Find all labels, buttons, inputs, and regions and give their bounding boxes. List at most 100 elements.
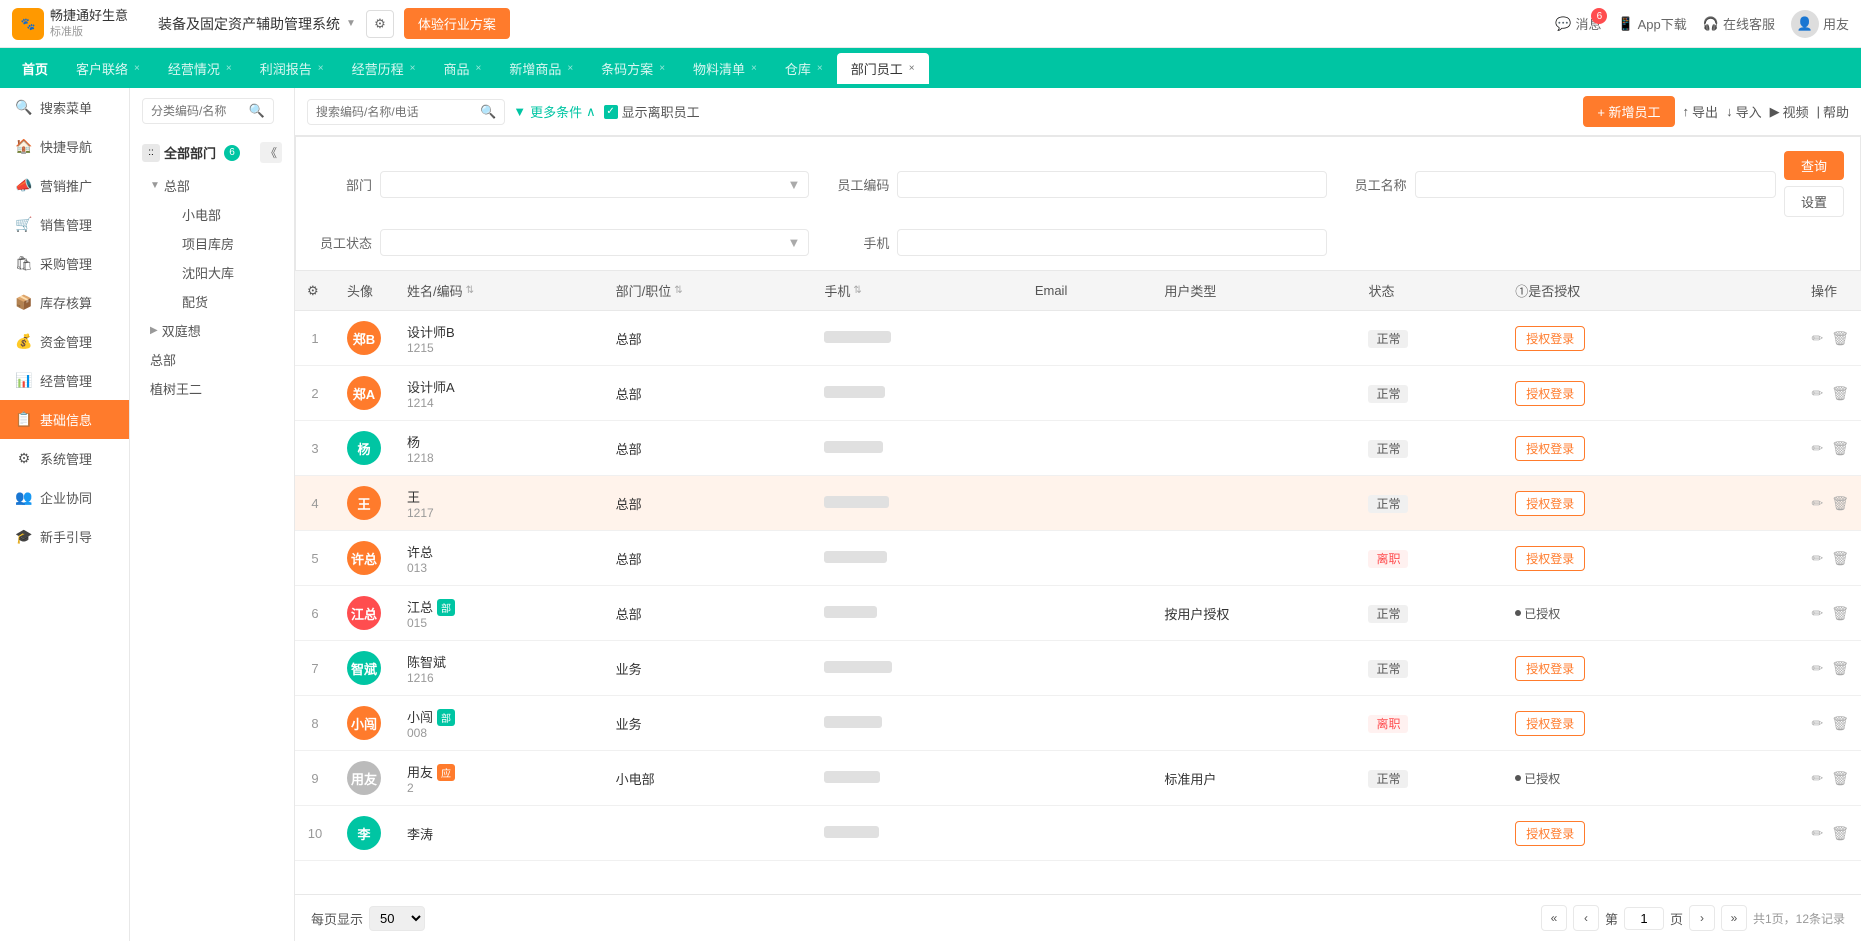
dept-search-box[interactable]: 🔍 — [142, 98, 274, 124]
sidebar-item-finance[interactable]: 💰 资金管理 — [0, 322, 129, 361]
dept-group-header-zs[interactable]: 植树王二 — [142, 374, 294, 403]
system-dropdown-icon[interactable]: ▼ — [346, 18, 356, 29]
tab-warehouse[interactable]: 仓库 × — [771, 53, 837, 84]
dept-leaf-xiaodian[interactable]: 小电部 — [158, 200, 294, 229]
next-page-button[interactable]: › — [1689, 905, 1715, 931]
message-button[interactable]: 💬 消息 6 — [1555, 14, 1601, 33]
close-icon[interactable]: × — [134, 63, 140, 74]
close-icon[interactable]: × — [909, 63, 915, 74]
sidebar-item-sales[interactable]: 🛒 销售管理 — [0, 205, 129, 244]
sidebar-item-basic[interactable]: 📋 基础信息 — [0, 400, 129, 439]
auth-login-button[interactable]: 授权登录 — [1515, 381, 1585, 406]
dept-collapse-button[interactable]: 《 — [260, 142, 282, 163]
close-icon[interactable]: × — [226, 63, 232, 74]
close-icon[interactable]: × — [567, 63, 573, 74]
sidebar-item-collab[interactable]: 👥 企业协同 — [0, 478, 129, 517]
dept-leaf-project[interactable]: 项目库房 — [158, 229, 294, 258]
edit-icon[interactable]: ✏ — [1811, 660, 1823, 677]
edit-icon[interactable]: ✏ — [1811, 605, 1823, 622]
edit-icon[interactable]: ✏ — [1811, 825, 1823, 842]
trial-button[interactable]: 体验行业方案 — [404, 8, 510, 39]
close-icon[interactable]: × — [475, 63, 481, 74]
sidebar-item-business[interactable]: 📊 经营管理 — [0, 361, 129, 400]
sidebar-item-guide[interactable]: 🎓 新手引导 — [0, 517, 129, 556]
first-page-button[interactable]: « — [1541, 905, 1567, 931]
online-service-button[interactable]: 🎧 在线客服 — [1703, 14, 1775, 33]
dept-leaf-peihe[interactable]: 配货 — [158, 287, 294, 316]
search-box[interactable]: 🔍 — [307, 99, 505, 125]
name-filter-input[interactable] — [1415, 171, 1776, 198]
view-button[interactable]: ▶ 视频 — [1770, 102, 1809, 121]
last-page-button[interactable]: » — [1721, 905, 1747, 931]
close-icon[interactable]: × — [659, 63, 665, 74]
th-dept[interactable]: 部门/职位 ⇅ — [604, 271, 813, 311]
delete-icon[interactable]: 🗑 — [1831, 825, 1849, 842]
auth-login-button[interactable]: 授权登录 — [1515, 546, 1585, 571]
auth-login-button[interactable]: 授权登录 — [1515, 711, 1585, 736]
delete-icon[interactable]: 🗑 — [1831, 495, 1849, 512]
sidebar-item-purchase[interactable]: 🛍 采购管理 — [0, 244, 129, 283]
sidebar-item-inventory[interactable]: 📦 库存核算 — [0, 283, 129, 322]
edit-icon[interactable]: ✏ — [1811, 495, 1823, 512]
th-settings[interactable]: ⚙ — [295, 271, 335, 311]
edit-icon[interactable]: ✏ — [1811, 385, 1823, 402]
tab-process[interactable]: 经营历程 × — [338, 53, 430, 84]
add-employee-button[interactable]: + 新增员工 — [1583, 96, 1674, 127]
tab-customer[interactable]: 客户联络 × — [62, 53, 154, 84]
more-conditions-button[interactable]: ▼ 更多条件 ∧ — [513, 102, 595, 121]
close-icon[interactable]: × — [318, 63, 324, 74]
delete-icon[interactable]: 🗑 — [1831, 440, 1849, 457]
tab-profit[interactable]: 利润报告 × — [246, 53, 338, 84]
edit-icon[interactable]: ✏ — [1811, 770, 1823, 787]
tab-barcode[interactable]: 条码方案 × — [587, 53, 679, 84]
page-input[interactable] — [1624, 907, 1664, 930]
import-button[interactable]: ↓ 导入 — [1726, 102, 1762, 121]
auth-login-button[interactable]: 授权登录 — [1515, 436, 1585, 461]
prev-page-button[interactable]: ‹ — [1573, 905, 1599, 931]
tab-goods[interactable]: 商品 × — [429, 53, 495, 84]
status-filter-select[interactable]: ▼ — [380, 229, 809, 256]
query-button[interactable]: 查询 — [1784, 151, 1844, 180]
edit-icon[interactable]: ✏ — [1811, 440, 1823, 457]
delete-icon[interactable]: 🗑 — [1831, 550, 1849, 567]
auth-login-button[interactable]: 授权登录 — [1515, 326, 1585, 351]
code-filter-input[interactable] — [897, 171, 1326, 198]
dept-all-button[interactable]: :: 全部部门 6 《 — [130, 134, 294, 171]
tab-bom[interactable]: 物料清单 × — [679, 53, 771, 84]
close-icon[interactable]: × — [410, 63, 416, 74]
th-name[interactable]: 姓名/编码 ⇅ — [395, 271, 604, 311]
dept-filter-select[interactable]: ▼ — [380, 171, 809, 198]
delete-icon[interactable]: 🗑 — [1831, 330, 1849, 347]
delete-icon[interactable]: 🗑 — [1831, 660, 1849, 677]
edit-icon[interactable]: ✏ — [1811, 715, 1823, 732]
show-resigned-checkbox[interactable]: ✓ 显示离职员工 — [604, 102, 700, 121]
delete-icon[interactable]: 🗑 — [1831, 770, 1849, 787]
edit-icon[interactable]: ✏ — [1811, 330, 1823, 347]
phone-filter-input[interactable] — [897, 229, 1326, 256]
tab-department[interactable]: 部门员工 × — [837, 53, 929, 84]
dept-group-header-hq[interactable]: ▼ 总部 — [142, 171, 294, 200]
tab-home[interactable]: 首页 — [8, 53, 62, 84]
edit-icon[interactable]: ✏ — [1811, 550, 1823, 567]
user-area[interactable]: 👤 用友 — [1791, 10, 1849, 38]
auth-login-button[interactable]: 授权登录 — [1515, 656, 1585, 681]
app-download-button[interactable]: 📱 App下载 — [1617, 14, 1686, 33]
close-icon[interactable]: × — [817, 63, 823, 74]
gear-button[interactable]: ⚙ — [366, 10, 394, 38]
auth-login-button[interactable]: 授权登录 — [1515, 491, 1585, 516]
tab-operation[interactable]: 经营情况 × — [154, 53, 246, 84]
auth-login-button[interactable]: 授权登录 — [1515, 821, 1585, 846]
set-button[interactable]: 设置 — [1784, 186, 1844, 217]
th-phone[interactable]: 手机 ⇅ — [812, 271, 1023, 311]
delete-icon[interactable]: 🗑 — [1831, 605, 1849, 622]
delete-icon[interactable]: 🗑 — [1831, 715, 1849, 732]
close-icon[interactable]: × — [751, 63, 757, 74]
tab-add-goods[interactable]: 新增商品 × — [495, 53, 587, 84]
help-button[interactable]: | 帮助 — [1817, 102, 1849, 121]
sidebar-item-nav[interactable]: 🏠 快捷导航 — [0, 127, 129, 166]
dept-search-input[interactable] — [151, 104, 243, 118]
sidebar-item-system[interactable]: ⚙ 系统管理 — [0, 439, 129, 478]
export-button[interactable]: ↑ 导出 — [1683, 102, 1719, 121]
sidebar-item-marketing[interactable]: 📣 营销推广 — [0, 166, 129, 205]
sidebar-item-search[interactable]: 🔍 搜索菜单 — [0, 88, 129, 127]
